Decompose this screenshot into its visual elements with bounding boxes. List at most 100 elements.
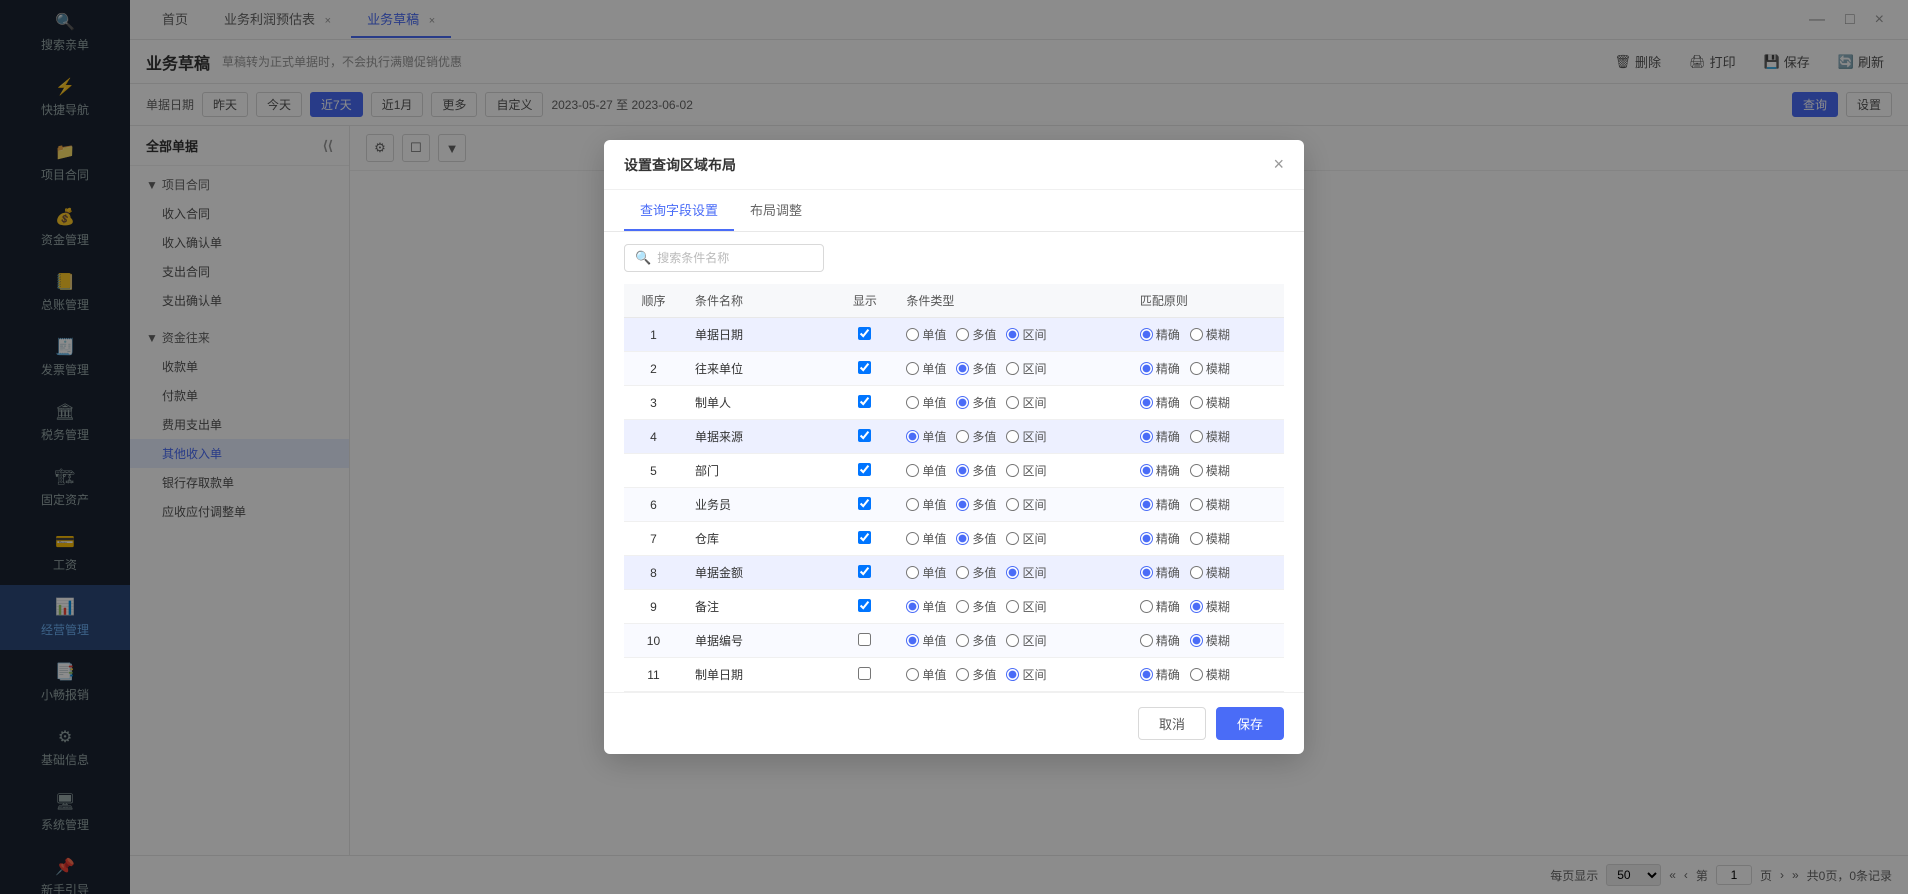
row-show-cell[interactable] — [835, 624, 894, 658]
type-radio-single[interactable]: 单值 — [906, 326, 946, 343]
type-radio-range[interactable]: 区间 — [1006, 360, 1046, 377]
match-radio-fuzzy[interactable]: 模糊 — [1190, 326, 1230, 343]
type-radio-single[interactable]: 单值 — [906, 530, 946, 547]
match-radio-fuzzy[interactable]: 模糊 — [1190, 666, 1230, 683]
show-checkbox[interactable] — [858, 361, 871, 374]
match-radio-exact[interactable]: 精确 — [1140, 530, 1180, 547]
type-radio-single[interactable]: 单值 — [906, 428, 946, 445]
match-radio-fuzzy[interactable]: 模糊 — [1190, 360, 1230, 377]
type-radio-multiple[interactable]: 多值 — [956, 530, 996, 547]
show-checkbox[interactable] — [858, 565, 871, 578]
match-radio-fuzzy[interactable]: 模糊 — [1190, 428, 1230, 445]
show-checkbox[interactable] — [858, 531, 871, 544]
type-radio-multiple[interactable]: 多值 — [956, 360, 996, 377]
type-radio-multiple[interactable]: 多值 — [956, 632, 996, 649]
show-checkbox[interactable] — [858, 633, 871, 646]
row-type-cell[interactable]: 单值多值区间 — [894, 386, 1128, 420]
show-checkbox[interactable] — [858, 327, 871, 340]
match-radio-fuzzy[interactable]: 模糊 — [1190, 598, 1230, 615]
type-radio-range[interactable]: 区间 — [1006, 326, 1046, 343]
type-radio-multiple[interactable]: 多值 — [956, 394, 996, 411]
row-match-cell[interactable]: 精确模糊 — [1128, 658, 1284, 692]
row-match-cell[interactable]: 精确模糊 — [1128, 522, 1284, 556]
row-type-cell[interactable]: 单值多值区间 — [894, 624, 1128, 658]
type-radio-single[interactable]: 单值 — [906, 394, 946, 411]
row-show-cell[interactable] — [835, 590, 894, 624]
row-show-cell[interactable] — [835, 556, 894, 590]
row-match-cell[interactable]: 精确模糊 — [1128, 420, 1284, 454]
show-checkbox[interactable] — [858, 497, 871, 510]
row-show-cell[interactable] — [835, 454, 894, 488]
match-radio-fuzzy[interactable]: 模糊 — [1190, 632, 1230, 649]
type-radio-range[interactable]: 区间 — [1006, 530, 1046, 547]
row-type-cell[interactable]: 单值多值区间 — [894, 318, 1128, 352]
row-type-cell[interactable]: 单值多值区间 — [894, 522, 1128, 556]
row-type-cell[interactable]: 单值多值区间 — [894, 454, 1128, 488]
type-radio-multiple[interactable]: 多值 — [956, 326, 996, 343]
row-show-cell[interactable] — [835, 658, 894, 692]
show-checkbox[interactable] — [858, 667, 871, 680]
type-radio-range[interactable]: 区间 — [1006, 462, 1046, 479]
modal-tab-fields[interactable]: 查询字段设置 — [624, 190, 734, 231]
type-radio-range[interactable]: 区间 — [1006, 428, 1046, 445]
match-radio-exact[interactable]: 精确 — [1140, 360, 1180, 377]
row-type-cell[interactable]: 单值多值区间 — [894, 488, 1128, 522]
modal-tab-layout[interactable]: 布局调整 — [734, 190, 818, 231]
row-type-cell[interactable]: 单值多值区间 — [894, 352, 1128, 386]
show-checkbox[interactable] — [858, 463, 871, 476]
type-radio-single[interactable]: 单值 — [906, 632, 946, 649]
type-radio-range[interactable]: 区间 — [1006, 496, 1046, 513]
match-radio-fuzzy[interactable]: 模糊 — [1190, 496, 1230, 513]
type-radio-single[interactable]: 单值 — [906, 496, 946, 513]
type-radio-multiple[interactable]: 多值 — [956, 496, 996, 513]
type-radio-multiple[interactable]: 多值 — [956, 564, 996, 581]
row-match-cell[interactable]: 精确模糊 — [1128, 624, 1284, 658]
cancel-button[interactable]: 取消 — [1138, 707, 1206, 740]
row-show-cell[interactable] — [835, 386, 894, 420]
type-radio-range[interactable]: 区间 — [1006, 394, 1046, 411]
modal-search-input[interactable] — [657, 251, 813, 265]
match-radio-fuzzy[interactable]: 模糊 — [1190, 394, 1230, 411]
row-match-cell[interactable]: 精确模糊 — [1128, 556, 1284, 590]
row-type-cell[interactable]: 单值多值区间 — [894, 556, 1128, 590]
row-match-cell[interactable]: 精确模糊 — [1128, 386, 1284, 420]
row-match-cell[interactable]: 精确模糊 — [1128, 318, 1284, 352]
show-checkbox[interactable] — [858, 429, 871, 442]
type-radio-range[interactable]: 区间 — [1006, 564, 1046, 581]
type-radio-range[interactable]: 区间 — [1006, 666, 1046, 683]
match-radio-exact[interactable]: 精确 — [1140, 496, 1180, 513]
type-radio-single[interactable]: 单值 — [906, 666, 946, 683]
type-radio-multiple[interactable]: 多值 — [956, 428, 996, 445]
type-radio-single[interactable]: 单值 — [906, 598, 946, 615]
type-radio-multiple[interactable]: 多值 — [956, 462, 996, 479]
match-radio-exact[interactable]: 精确 — [1140, 632, 1180, 649]
row-type-cell[interactable]: 单值多值区间 — [894, 590, 1128, 624]
row-match-cell[interactable]: 精确模糊 — [1128, 488, 1284, 522]
type-radio-single[interactable]: 单值 — [906, 360, 946, 377]
type-radio-multiple[interactable]: 多值 — [956, 666, 996, 683]
match-radio-exact[interactable]: 精确 — [1140, 598, 1180, 615]
modal-close-button[interactable]: × — [1273, 154, 1284, 175]
row-match-cell[interactable]: 精确模糊 — [1128, 454, 1284, 488]
type-radio-range[interactable]: 区间 — [1006, 598, 1046, 615]
row-show-cell[interactable] — [835, 488, 894, 522]
show-checkbox[interactable] — [858, 395, 871, 408]
match-radio-exact[interactable]: 精确 — [1140, 666, 1180, 683]
match-radio-exact[interactable]: 精确 — [1140, 326, 1180, 343]
match-radio-fuzzy[interactable]: 模糊 — [1190, 530, 1230, 547]
match-radio-exact[interactable]: 精确 — [1140, 564, 1180, 581]
type-radio-multiple[interactable]: 多值 — [956, 598, 996, 615]
row-show-cell[interactable] — [835, 352, 894, 386]
modal-save-button[interactable]: 保存 — [1216, 707, 1284, 740]
show-checkbox[interactable] — [858, 599, 871, 612]
row-show-cell[interactable] — [835, 318, 894, 352]
row-match-cell[interactable]: 精确模糊 — [1128, 352, 1284, 386]
type-radio-single[interactable]: 单值 — [906, 462, 946, 479]
match-radio-fuzzy[interactable]: 模糊 — [1190, 564, 1230, 581]
modal-overlay[interactable]: 设置查询区域布局 × 查询字段设置 布局调整 🔍 — [0, 0, 1908, 894]
row-show-cell[interactable] — [835, 522, 894, 556]
row-type-cell[interactable]: 单值多值区间 — [894, 658, 1128, 692]
type-radio-single[interactable]: 单值 — [906, 564, 946, 581]
type-radio-range[interactable]: 区间 — [1006, 632, 1046, 649]
match-radio-exact[interactable]: 精确 — [1140, 394, 1180, 411]
